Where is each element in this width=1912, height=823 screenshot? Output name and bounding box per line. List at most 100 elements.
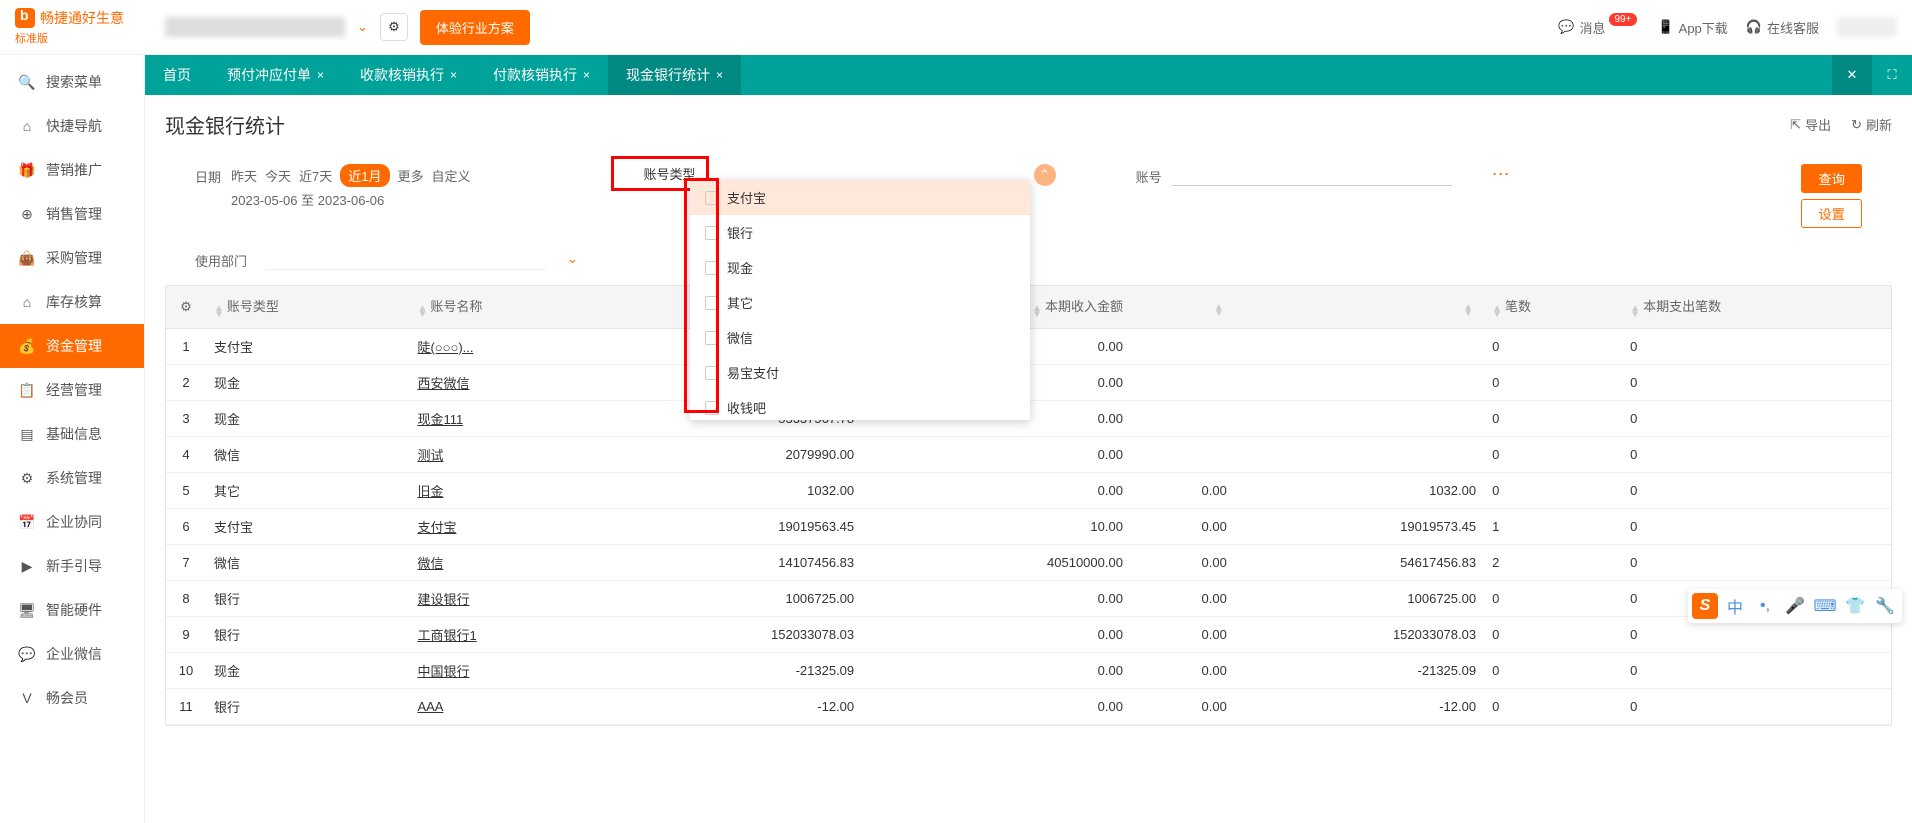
sort-icon[interactable]: ▲▼	[417, 306, 427, 318]
dropdown-item-6[interactable]: 收钱吧	[690, 390, 1030, 420]
checkbox-icon[interactable]	[705, 331, 719, 345]
sidebar-item-10[interactable]: 📅企业协同	[0, 500, 144, 544]
tab-close-icon[interactable]: ×	[716, 68, 723, 82]
sidebar-item-13[interactable]: 💬企业微信	[0, 632, 144, 676]
sidebar-item-5[interactable]: ⌂库存核算	[0, 280, 144, 324]
tab-0[interactable]: 首页	[145, 55, 209, 95]
tab-close-all-button[interactable]: ✕	[1832, 55, 1872, 95]
tab-close-icon[interactable]: ×	[450, 68, 457, 82]
account-name-link[interactable]: 建设银行	[417, 592, 469, 607]
dept-chevron-icon[interactable]: ⌄	[567, 251, 578, 267]
sidebar-item-11[interactable]: ▶新手引导	[0, 544, 144, 588]
ime-punct-icon[interactable]: •,	[1752, 593, 1778, 619]
sort-icon[interactable]: ▲▼	[214, 306, 224, 318]
checkbox-icon[interactable]	[705, 401, 719, 415]
account-name-link[interactable]: 微信	[417, 556, 443, 571]
more-filters-button[interactable]: ⋯	[1492, 164, 1512, 185]
account-name-link[interactable]: 测试	[417, 448, 443, 463]
query-button[interactable]: 查询	[1801, 164, 1862, 193]
table-header-4[interactable]: ▲▼	[1131, 286, 1235, 329]
ime-s-icon[interactable]: S	[1692, 593, 1718, 619]
ime-mic-icon[interactable]: 🎤	[1782, 593, 1808, 619]
ime-tool-icon[interactable]: 🔧	[1872, 593, 1898, 619]
company-name[interactable]	[165, 17, 345, 37]
ime-keyboard-icon[interactable]: ⌨	[1812, 593, 1838, 619]
sidebar-item-6[interactable]: 💰资金管理	[0, 324, 144, 368]
table-header-1[interactable]: ▲▼账号名称	[409, 286, 612, 329]
account-name-link[interactable]: 中国银行	[417, 664, 469, 679]
table-header-5[interactable]: ▲▼	[1235, 286, 1484, 329]
settings-gear-button[interactable]: ⚙	[380, 13, 408, 41]
account-name-link[interactable]: 工商银行1	[417, 628, 476, 643]
dropdown-item-1[interactable]: 银行	[690, 215, 1030, 250]
account-input[interactable]	[1172, 164, 1452, 186]
checkbox-icon[interactable]	[705, 191, 719, 205]
sidebar-item-2[interactable]: 🎁营销推广	[0, 148, 144, 192]
date-option-0[interactable]: 昨天	[231, 166, 257, 185]
account-name-link[interactable]: 支付宝	[417, 520, 456, 535]
tab-close-icon[interactable]: ×	[317, 68, 324, 82]
date-option-2[interactable]: 近7天	[299, 166, 332, 185]
account-name-link[interactable]: AAA	[417, 699, 443, 714]
sidebar-item-8[interactable]: ▤基础信息	[0, 412, 144, 456]
trial-button[interactable]: 体验行业方案	[420, 10, 530, 45]
sidebar-item-7[interactable]: 📋经营管理	[0, 368, 144, 412]
tab-expand-button[interactable]: ⛶	[1872, 55, 1912, 95]
online-service-link[interactable]: 🎧 在线客服	[1746, 18, 1819, 37]
sidebar-item-9[interactable]: ⚙系统管理	[0, 456, 144, 500]
dropdown-item-4[interactable]: 微信	[690, 320, 1030, 355]
sidebar-item-1[interactable]: ⌂快捷导航	[0, 104, 144, 148]
checkbox-icon[interactable]	[705, 296, 719, 310]
dropdown-item-2[interactable]: 现金	[690, 250, 1030, 285]
cell-out: 0	[1622, 401, 1891, 437]
sidebar-item-0[interactable]: 🔍搜索菜单	[0, 60, 144, 104]
sidebar-icon: 🎁	[18, 161, 36, 179]
tab-close-icon[interactable]: ×	[583, 68, 590, 82]
filter-settings-button[interactable]: 设置	[1801, 199, 1862, 228]
cell-out: 0	[1622, 689, 1891, 725]
app-download-link[interactable]: 📱 App下载	[1657, 18, 1727, 37]
dept-input[interactable]	[267, 248, 547, 270]
account-name-link[interactable]: 西安微信	[417, 376, 469, 391]
checkbox-icon[interactable]	[705, 261, 719, 275]
sort-icon[interactable]: ▲▼	[1492, 306, 1502, 318]
user-area[interactable]	[1837, 17, 1897, 37]
tab-1[interactable]: 预付冲应付单×	[209, 55, 342, 95]
table-header-7[interactable]: ▲▼本期支出笔数	[1622, 286, 1891, 329]
sidebar-item-12[interactable]: 🖥智能硬件	[0, 588, 144, 632]
table-settings-header[interactable]: ⚙	[166, 286, 206, 329]
table-header-0[interactable]: ▲▼账号类型	[206, 286, 409, 329]
account-name-link[interactable]: 旧金	[417, 484, 443, 499]
sort-icon[interactable]: ▲▼	[1032, 306, 1042, 318]
tab-3[interactable]: 付款核销执行×	[475, 55, 608, 95]
date-option-3[interactable]: 近1月	[340, 164, 389, 187]
checkbox-icon[interactable]	[705, 226, 719, 240]
messages-link[interactable]: 💬 消息 99+	[1558, 18, 1639, 37]
refresh-button[interactable]: ↻ 刷新	[1851, 115, 1892, 134]
date-option-4[interactable]: 更多	[398, 166, 424, 185]
cell-cnt: 0	[1484, 473, 1622, 509]
account-name-link[interactable]: 陡(○○○)...	[417, 340, 473, 355]
account-name-link[interactable]: 现金111	[417, 412, 463, 427]
dropdown-item-0[interactable]: 支付宝	[690, 180, 1030, 215]
date-option-1[interactable]: 今天	[265, 166, 291, 185]
dropdown-item-5[interactable]: 易宝支付	[690, 355, 1030, 390]
dropdown-item-3[interactable]: 其它	[690, 285, 1030, 320]
table-row: 6 支付宝 支付宝 19019563.45 10.00 0.00 1901957…	[166, 509, 1891, 545]
sort-icon[interactable]: ▲▼	[1630, 306, 1640, 318]
export-button[interactable]: ⇱ 导出	[1790, 115, 1831, 134]
collapse-filter-button[interactable]: ⌃	[1034, 164, 1056, 186]
tab-2[interactable]: 收款核销执行×	[342, 55, 475, 95]
sort-icon[interactable]: ▲▼	[1214, 305, 1224, 317]
table-header-6[interactable]: ▲▼笔数	[1484, 286, 1622, 329]
sort-icon[interactable]: ▲▼	[1463, 305, 1473, 317]
ime-lang-icon[interactable]: 中	[1722, 593, 1748, 619]
date-option-5[interactable]: 自定义	[432, 166, 471, 185]
sidebar-item-14[interactable]: V畅会员	[0, 676, 144, 720]
sidebar-item-4[interactable]: 👜采购管理	[0, 236, 144, 280]
ime-skin-icon[interactable]: 👕	[1842, 593, 1868, 619]
tab-4[interactable]: 现金银行统计×	[608, 55, 741, 95]
company-chevron-icon[interactable]: ⌄	[357, 19, 368, 35]
sidebar-item-3[interactable]: ⊕销售管理	[0, 192, 144, 236]
checkbox-icon[interactable]	[705, 366, 719, 380]
